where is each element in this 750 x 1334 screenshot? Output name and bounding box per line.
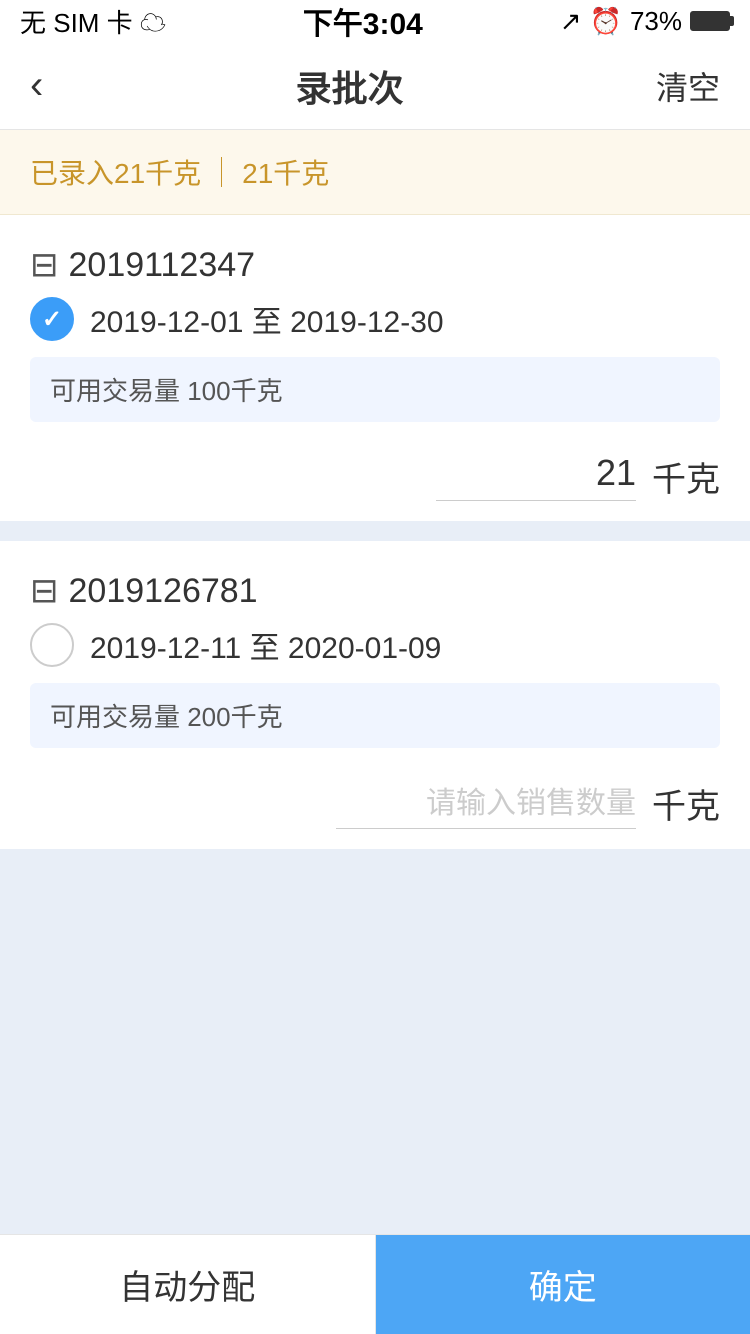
amount-unit-1: 千克: [652, 452, 720, 501]
amount-value-1[interactable]: 21: [596, 452, 636, 494]
available-qty-2: 可用交易量 200千克: [30, 683, 720, 748]
clear-button[interactable]: 清空: [656, 63, 720, 109]
auto-distribute-button[interactable]: 自动分配: [0, 1235, 376, 1334]
confirm-button[interactable]: 确定: [376, 1235, 750, 1334]
batch-date-1: 2019-12-01 至 2019-12-30: [90, 297, 444, 341]
battery-icon: [690, 11, 730, 31]
location-icon: ↗: [560, 6, 582, 37]
back-button[interactable]: ‹: [30, 63, 43, 108]
available-qty-1: 可用交易量 100千克: [30, 357, 720, 422]
batch-separator: [0, 521, 750, 541]
batch-date-row-1[interactable]: 2019-12-01 至 2019-12-30: [30, 297, 720, 341]
nav-bar: ‹ 录批次 清空: [0, 42, 750, 130]
amount-input-wrapper-1[interactable]: 21: [436, 452, 636, 501]
amount-row-1: 21 千克: [0, 442, 750, 521]
page-title: 录批次: [296, 60, 404, 112]
sim-status: 无 SIM 卡 ☁: [20, 3, 166, 40]
alarm-icon: ⏰: [590, 6, 622, 37]
batch-number-row-1: ⊟ 2019112347: [30, 245, 720, 285]
placeholder-row-2: 请输入销售数量 千克: [0, 768, 750, 849]
batch-icon-1: ⊟: [30, 245, 59, 285]
batch-date-2: 2019-12-11 至 2020-01-09: [90, 623, 441, 667]
batch-card-2: ⊟ 2019126781 2019-12-11 至 2020-01-09 可用交…: [0, 541, 750, 849]
placeholder-input-wrapper[interactable]: 请输入销售数量: [336, 778, 636, 829]
batch-date-row-2[interactable]: 2019-12-11 至 2020-01-09: [30, 623, 720, 667]
info-banner: 已录入21千克 21千克: [0, 130, 750, 215]
batch-checkbox-1[interactable]: [30, 297, 74, 341]
batch-number-row-2: ⊟ 2019126781: [30, 571, 720, 611]
empty-area: [0, 849, 750, 1249]
recorded-amount: 已录入21千克: [30, 152, 201, 192]
batch-icon-2: ⊟: [30, 571, 59, 611]
batch-card-1: ⊟ 2019112347 2019-12-01 至 2019-12-30 可用交…: [0, 215, 750, 521]
batch-item-1: ⊟ 2019112347 2019-12-01 至 2019-12-30 可用交…: [0, 215, 750, 422]
banner-divider: [221, 157, 222, 187]
total-amount: 21千克: [242, 152, 329, 192]
amount-underline-1: [436, 500, 636, 501]
battery-percent: 73%: [630, 6, 682, 37]
status-left: 无 SIM 卡 ☁: [20, 3, 166, 40]
placeholder-underline: [336, 828, 636, 829]
batch-checkbox-2[interactable]: [30, 623, 74, 667]
status-bar: 无 SIM 卡 ☁ 下午3:04 ↗ ⏰ 73%: [0, 0, 750, 42]
bottom-bar: 自动分配 确定: [0, 1234, 750, 1334]
status-right: ↗ ⏰ 73%: [560, 6, 730, 37]
batch-number-1: 2019112347: [69, 246, 256, 285]
status-time: 下午3:04: [303, 0, 423, 43]
batch-item-2: ⊟ 2019126781 2019-12-11 至 2020-01-09 可用交…: [0, 541, 750, 748]
batch-number-2: 2019126781: [69, 572, 258, 611]
amount-unit-2: 千克: [652, 779, 720, 828]
quantity-placeholder[interactable]: 请输入销售数量: [426, 778, 636, 822]
